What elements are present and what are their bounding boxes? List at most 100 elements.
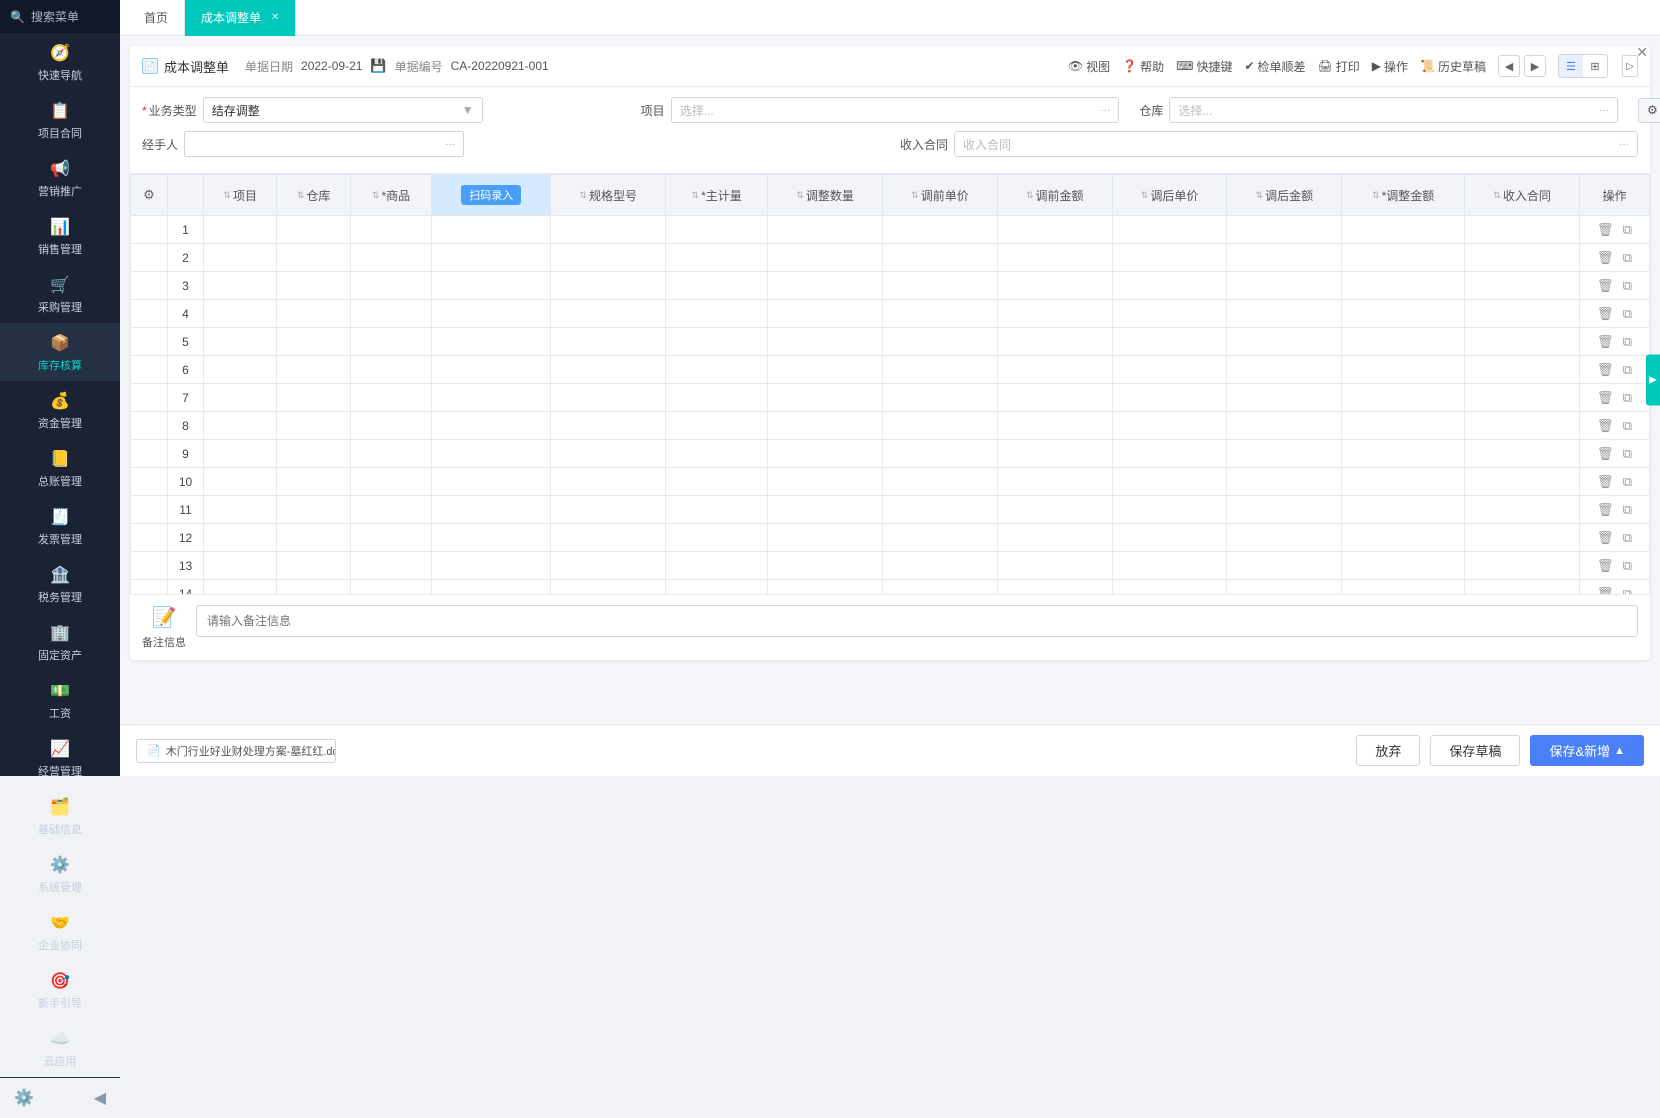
row-warehouse-cell[interactable] (277, 440, 350, 468)
col-prev-unit-price-header[interactable]: ⇅调前单价 (883, 175, 998, 216)
row-after-unit-price-cell[interactable] (1112, 552, 1227, 580)
scan-input-btn[interactable]: 扫码录入 (461, 185, 521, 205)
warehouse-dots[interactable]: ··· (1599, 105, 1609, 116)
col-spec-header[interactable]: ⇅规格型号 (551, 175, 666, 216)
sidebar-item-coop[interactable]: 🤝 企业协同 (0, 903, 120, 961)
sidebar-item-sales-mgmt[interactable]: 📊 销售管理 (0, 207, 120, 265)
row-prev-amount-cell[interactable] (997, 272, 1112, 300)
row-warehouse-cell[interactable] (277, 300, 350, 328)
row-after-unit-price-cell[interactable] (1112, 328, 1227, 356)
row-spec-cell[interactable] (551, 384, 666, 412)
row-spec-cell[interactable] (551, 244, 666, 272)
abandon-button[interactable]: 放弃 (1356, 735, 1420, 766)
row-unit-cell[interactable] (666, 216, 768, 244)
row-spec-cell[interactable] (551, 300, 666, 328)
row-prev-unit-price-cell[interactable] (883, 384, 998, 412)
row-adj-amount-cell[interactable] (1342, 524, 1465, 552)
row-after-amount-cell[interactable] (1227, 496, 1342, 524)
row-prev-unit-price-cell[interactable] (883, 412, 998, 440)
row-after-amount-cell[interactable] (1227, 468, 1342, 496)
row-product-cell[interactable] (350, 580, 431, 595)
row-delete-btn[interactable]: 🗑 (1594, 362, 1617, 377)
row-prev-amount-cell[interactable] (997, 440, 1112, 468)
row-copy-btn[interactable]: ⧉ (1620, 390, 1635, 405)
row-prev-unit-price-cell[interactable] (883, 272, 998, 300)
save-new-button[interactable]: 保存&新增 ▲ (1530, 735, 1644, 766)
row-copy-btn[interactable]: ⧉ (1620, 334, 1635, 349)
row-product-cell[interactable] (350, 272, 431, 300)
row-scan-cell[interactable] (432, 300, 551, 328)
row-product-cell[interactable] (350, 524, 431, 552)
sidebar-item-basic-info[interactable]: 🗂️ 基础信息 (0, 787, 120, 845)
row-after-amount-cell[interactable] (1227, 216, 1342, 244)
row-project-cell[interactable] (204, 412, 277, 440)
row-adj-amount-cell[interactable] (1342, 300, 1465, 328)
row-unit-cell[interactable] (666, 496, 768, 524)
row-scan-cell[interactable] (432, 244, 551, 272)
row-unit-cell[interactable] (666, 552, 768, 580)
row-delete-btn[interactable]: 🗑 (1594, 278, 1617, 293)
table-scroll[interactable]: ⚙ ⇅项目 ⇅仓库 ⇅*商品 (130, 174, 1650, 594)
row-product-cell[interactable] (350, 496, 431, 524)
row-warehouse-cell[interactable] (277, 216, 350, 244)
operate-action[interactable]: ▶ 操作 (1372, 58, 1408, 75)
row-prev-unit-price-cell[interactable] (883, 440, 998, 468)
sidebar-item-sales-promo[interactable]: 📢 营销推广 (0, 149, 120, 207)
row-adj-amount-cell[interactable] (1342, 216, 1465, 244)
row-prev-amount-cell[interactable] (997, 216, 1112, 244)
row-adj-amount-cell[interactable] (1342, 440, 1465, 468)
settings-icon[interactable]: ⚙️ (14, 1088, 34, 1108)
row-after-unit-price-cell[interactable] (1112, 356, 1227, 384)
row-unit-cell[interactable] (666, 412, 768, 440)
row-income-contract-cell[interactable] (1465, 580, 1580, 595)
row-prev-amount-cell[interactable] (997, 328, 1112, 356)
row-project-cell[interactable] (204, 272, 277, 300)
sidebar-item-project-contract[interactable]: 📋 项目合同 (0, 91, 120, 149)
row-after-unit-price-cell[interactable] (1112, 580, 1227, 595)
row-warehouse-cell[interactable] (277, 328, 350, 356)
row-delete-btn[interactable]: 🗑 (1594, 530, 1617, 545)
row-income-contract-cell[interactable] (1465, 440, 1580, 468)
row-adj-qty-cell[interactable] (768, 580, 883, 595)
row-prev-unit-price-cell[interactable] (883, 356, 998, 384)
sidebar-item-system[interactable]: ⚙️ 系统管理 (0, 845, 120, 903)
row-scan-cell[interactable] (432, 468, 551, 496)
shortcut-action[interactable]: ⌨ 快捷键 (1176, 58, 1232, 75)
history-action[interactable]: 📜 历史草稿 (1420, 58, 1486, 75)
row-adj-qty-cell[interactable] (768, 496, 883, 524)
sidebar-item-cloud[interactable]: ☁️ 云应用 (0, 1019, 120, 1077)
row-income-contract-cell[interactable] (1465, 412, 1580, 440)
view-action[interactable]: 👁 视图 (1068, 58, 1110, 75)
row-product-cell[interactable] (350, 468, 431, 496)
row-project-cell[interactable] (204, 356, 277, 384)
notes-input[interactable] (196, 605, 1638, 637)
row-product-cell[interactable] (350, 412, 431, 440)
row-after-unit-price-cell[interactable] (1112, 216, 1227, 244)
row-prev-amount-cell[interactable] (997, 384, 1112, 412)
row-prev-amount-cell[interactable] (997, 356, 1112, 384)
row-adj-qty-cell[interactable] (768, 244, 883, 272)
warehouse-select[interactable]: 选择... ··· (1169, 97, 1618, 123)
row-after-unit-price-cell[interactable] (1112, 468, 1227, 496)
row-after-amount-cell[interactable] (1227, 580, 1342, 595)
row-prev-amount-cell[interactable] (997, 580, 1112, 595)
row-adj-amount-cell[interactable] (1342, 412, 1465, 440)
row-adj-qty-cell[interactable] (768, 384, 883, 412)
sidebar-item-tax[interactable]: 🏦 税务管理 (0, 555, 120, 613)
save-draft-button[interactable]: 保存草稿 (1430, 735, 1520, 766)
row-adj-qty-cell[interactable] (768, 272, 883, 300)
row-scan-cell[interactable] (432, 496, 551, 524)
row-scan-cell[interactable] (432, 552, 551, 580)
row-adj-amount-cell[interactable] (1342, 580, 1465, 595)
row-copy-btn[interactable]: ⧉ (1620, 502, 1635, 517)
row-product-cell[interactable] (350, 244, 431, 272)
row-after-amount-cell[interactable] (1227, 440, 1342, 468)
row-after-unit-price-cell[interactable] (1112, 300, 1227, 328)
row-income-contract-cell[interactable] (1465, 552, 1580, 580)
row-copy-btn[interactable]: ⧉ (1620, 306, 1635, 321)
row-spec-cell[interactable] (551, 328, 666, 356)
row-prev-unit-price-cell[interactable] (883, 300, 998, 328)
row-scan-cell[interactable] (432, 216, 551, 244)
row-adj-amount-cell[interactable] (1342, 552, 1465, 580)
sidebar-item-purchase-mgmt[interactable]: 🛒 采购管理 (0, 265, 120, 323)
